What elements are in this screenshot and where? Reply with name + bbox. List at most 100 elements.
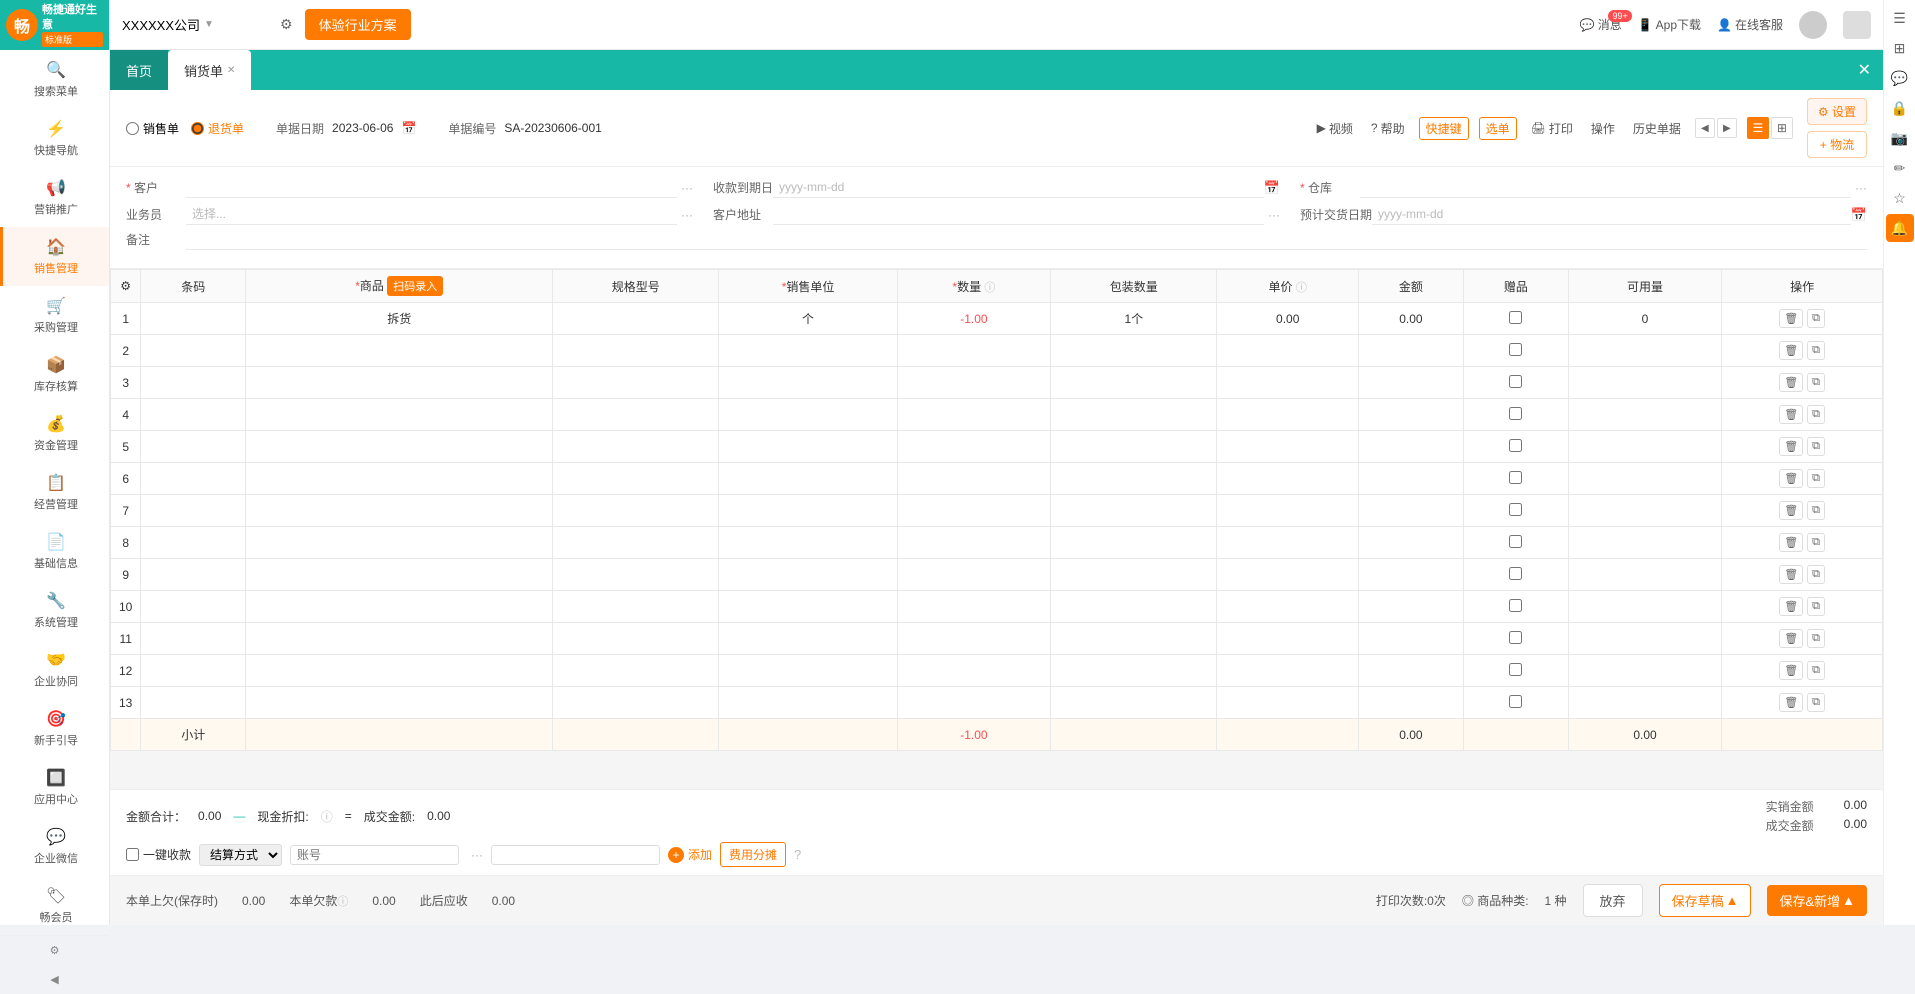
row-copy-btn-11[interactable]: ⧉ <box>1807 629 1825 648</box>
row-spec-1[interactable] <box>553 303 719 335</box>
gift-checkbox-7[interactable] <box>1509 503 1522 516</box>
salesperson-dots[interactable]: ··· <box>681 208 693 222</box>
scan-btn[interactable]: 扫码录入 <box>387 276 443 296</box>
video-btn[interactable]: ▶ 视频 <box>1313 118 1357 139</box>
row-copy-btn-3[interactable]: ⧉ <box>1807 373 1825 392</box>
tab-sales-order[interactable]: 销货单 ✕ <box>168 50 251 90</box>
radio-sales-order[interactable]: 销售单 <box>126 120 179 137</box>
row-packqty-1[interactable]: 1个 <box>1051 303 1217 335</box>
gift-checkbox-10[interactable] <box>1509 599 1522 612</box>
row-spec-2[interactable] <box>553 335 719 367</box>
customer-input[interactable] <box>186 177 677 198</box>
radio-return-order[interactable]: 退货单 <box>191 120 244 137</box>
row-unit-2[interactable] <box>719 335 897 367</box>
one-click-pay-checkbox-label[interactable]: 一键收款 <box>126 846 191 863</box>
row-copy-btn-8[interactable]: ⧉ <box>1807 533 1825 552</box>
nav-next-btn[interactable]: ▶ <box>1717 118 1737 138</box>
avatar[interactable] <box>1799 11 1827 39</box>
right-panel-edit-btn[interactable]: ✏ <box>1886 154 1914 182</box>
right-panel-star-btn[interactable]: ☆ <box>1886 184 1914 212</box>
row-delete-btn-4[interactable]: 🗑 <box>1779 405 1803 424</box>
radio-sales-input[interactable] <box>126 122 139 135</box>
sidebar-collapse-btn[interactable]: ◀ <box>0 965 109 994</box>
operate-btn[interactable]: 操作 <box>1587 118 1619 139</box>
customer-address-input[interactable] <box>773 204 1264 225</box>
history-btn[interactable]: 历史单据 <box>1629 118 1685 139</box>
right-panel-comment-btn[interactable]: 💬 <box>1886 64 1914 92</box>
company-selector[interactable]: XXXXXX公司 ▼ <box>122 15 272 34</box>
sidebar-item-basic-info[interactable]: 📄 基础信息 <box>0 522 109 581</box>
online-service-btn[interactable]: 👤 在线客服 <box>1717 16 1783 33</box>
address-dots[interactable]: ··· <box>1268 208 1280 222</box>
list-view-btn[interactable]: ☰ <box>1747 117 1769 139</box>
sidebar-settings-btn[interactable]: ⚙ <box>0 936 109 965</box>
row-gift-1[interactable] <box>1463 303 1568 335</box>
row-delete-btn-5[interactable]: 🗑 <box>1779 437 1803 456</box>
gift-checkbox-9[interactable] <box>1509 567 1522 580</box>
gift-checkbox-12[interactable] <box>1509 663 1522 676</box>
settings-btn[interactable]: ⚙ 设置 <box>1807 98 1867 125</box>
row-copy-btn-7[interactable]: ⧉ <box>1807 501 1825 520</box>
payment-amount-input[interactable] <box>491 845 660 865</box>
date-cal-icon[interactable]: 📅 <box>401 121 416 135</box>
row-copy-btn-12[interactable]: ⧉ <box>1807 661 1825 680</box>
gift-checkbox-2[interactable] <box>1509 343 1522 356</box>
right-panel-grid-btn[interactable]: ⊞ <box>1886 34 1914 62</box>
row-delete-btn-10[interactable]: 🗑 <box>1779 597 1803 616</box>
avatar2[interactable] <box>1843 11 1871 39</box>
app-download-btn[interactable]: 📱 App下载 <box>1638 16 1701 33</box>
row-unitprice-1[interactable]: 0.00 <box>1217 303 1359 335</box>
tab-close-icon[interactable]: ✕ <box>227 65 235 76</box>
logistics-btn[interactable]: + 物流 <box>1807 131 1867 158</box>
row-delete-btn-6[interactable]: 🗑 <box>1779 469 1803 488</box>
sidebar-item-member[interactable]: 🏷 畅会员 <box>0 876 109 935</box>
row-delete-btn-11[interactable]: 🗑 <box>1779 629 1803 648</box>
sidebar-item-quicknav[interactable]: ⚡ 快捷导航 <box>0 109 109 168</box>
row-copy-btn-1[interactable]: ⧉ <box>1807 309 1825 328</box>
select-btn[interactable]: 选单 <box>1479 117 1517 140</box>
sidebar-item-appstore[interactable]: 🔲 应用中心 <box>0 758 109 817</box>
sidebar-item-finance[interactable]: 💰 资金管理 <box>0 404 109 463</box>
due-date-input[interactable] <box>773 177 1264 198</box>
row-delete-btn-12[interactable]: 🗑 <box>1779 661 1803 680</box>
row-copy-btn-9[interactable]: ⧉ <box>1807 565 1825 584</box>
row-amount-1[interactable]: 0.00 <box>1358 303 1463 335</box>
gift-checkbox-4[interactable] <box>1509 407 1522 420</box>
nav-prev-btn[interactable]: ◀ <box>1695 118 1715 138</box>
sidebar-item-management[interactable]: 📋 经营管理 <box>0 463 109 522</box>
row-delete-btn-3[interactable]: 🗑 <box>1779 373 1803 392</box>
row-copy-btn-6[interactable]: ⧉ <box>1807 469 1825 488</box>
row-product-1[interactable]: 拆货 <box>246 303 553 335</box>
row-copy-btn-5[interactable]: ⧉ <box>1807 437 1825 456</box>
sidebar-item-purchase[interactable]: 🛒 采购管理 <box>0 286 109 345</box>
sidebar-item-system[interactable]: 🔧 系统管理 <box>0 581 109 640</box>
row-copy-btn-4[interactable]: ⧉ <box>1807 405 1825 424</box>
right-panel-list-btn[interactable]: ☰ <box>1886 4 1914 32</box>
sidebar-item-collab[interactable]: 🤝 企业协同 <box>0 640 109 699</box>
row-unitprice-2[interactable] <box>1217 335 1359 367</box>
help-btn[interactable]: ? 帮助 <box>1367 118 1409 139</box>
right-panel-orange-btn[interactable]: 🔔 <box>1886 214 1914 242</box>
message-btn[interactable]: 💬 消息 99+ <box>1580 16 1622 33</box>
print-btn[interactable]: 🖨 打印 <box>1527 118 1577 139</box>
warehouse-dots[interactable]: ··· <box>1855 181 1867 195</box>
shortcut-btn[interactable]: 快捷键 <box>1419 117 1469 140</box>
row-delete-btn-8[interactable]: 🗑 <box>1779 533 1803 552</box>
topbar-gear-icon[interactable]: ⚙ <box>280 16 293 33</box>
right-panel-lock-btn[interactable]: 🔒 <box>1886 94 1914 122</box>
gift-checkbox-11[interactable] <box>1509 631 1522 644</box>
delivery-cal-icon[interactable]: 📅 <box>1851 207 1867 223</box>
row-delete-btn-1[interactable]: 🗑 <box>1779 309 1803 328</box>
sidebar-item-inventory[interactable]: 📦 库存核算 <box>0 345 109 404</box>
row-quantity-2[interactable] <box>897 335 1050 367</box>
warehouse-input[interactable]: 建材仓 <box>1360 177 1851 198</box>
gift-checkbox-1[interactable] <box>1509 311 1522 324</box>
account-dots[interactable]: ··· <box>471 848 483 862</box>
tab-close-topright-icon[interactable]: ✕ <box>1858 60 1871 80</box>
expense-btn[interactable]: 费用分摊 <box>720 842 786 867</box>
row-barcode-2[interactable] <box>141 335 246 367</box>
row-copy-btn-10[interactable]: ⧉ <box>1807 597 1825 616</box>
row-delete-btn-2[interactable]: 🗑 <box>1779 341 1803 360</box>
due-date-cal-icon[interactable]: 📅 <box>1264 180 1280 196</box>
row-unit-1[interactable]: 个 <box>719 303 897 335</box>
